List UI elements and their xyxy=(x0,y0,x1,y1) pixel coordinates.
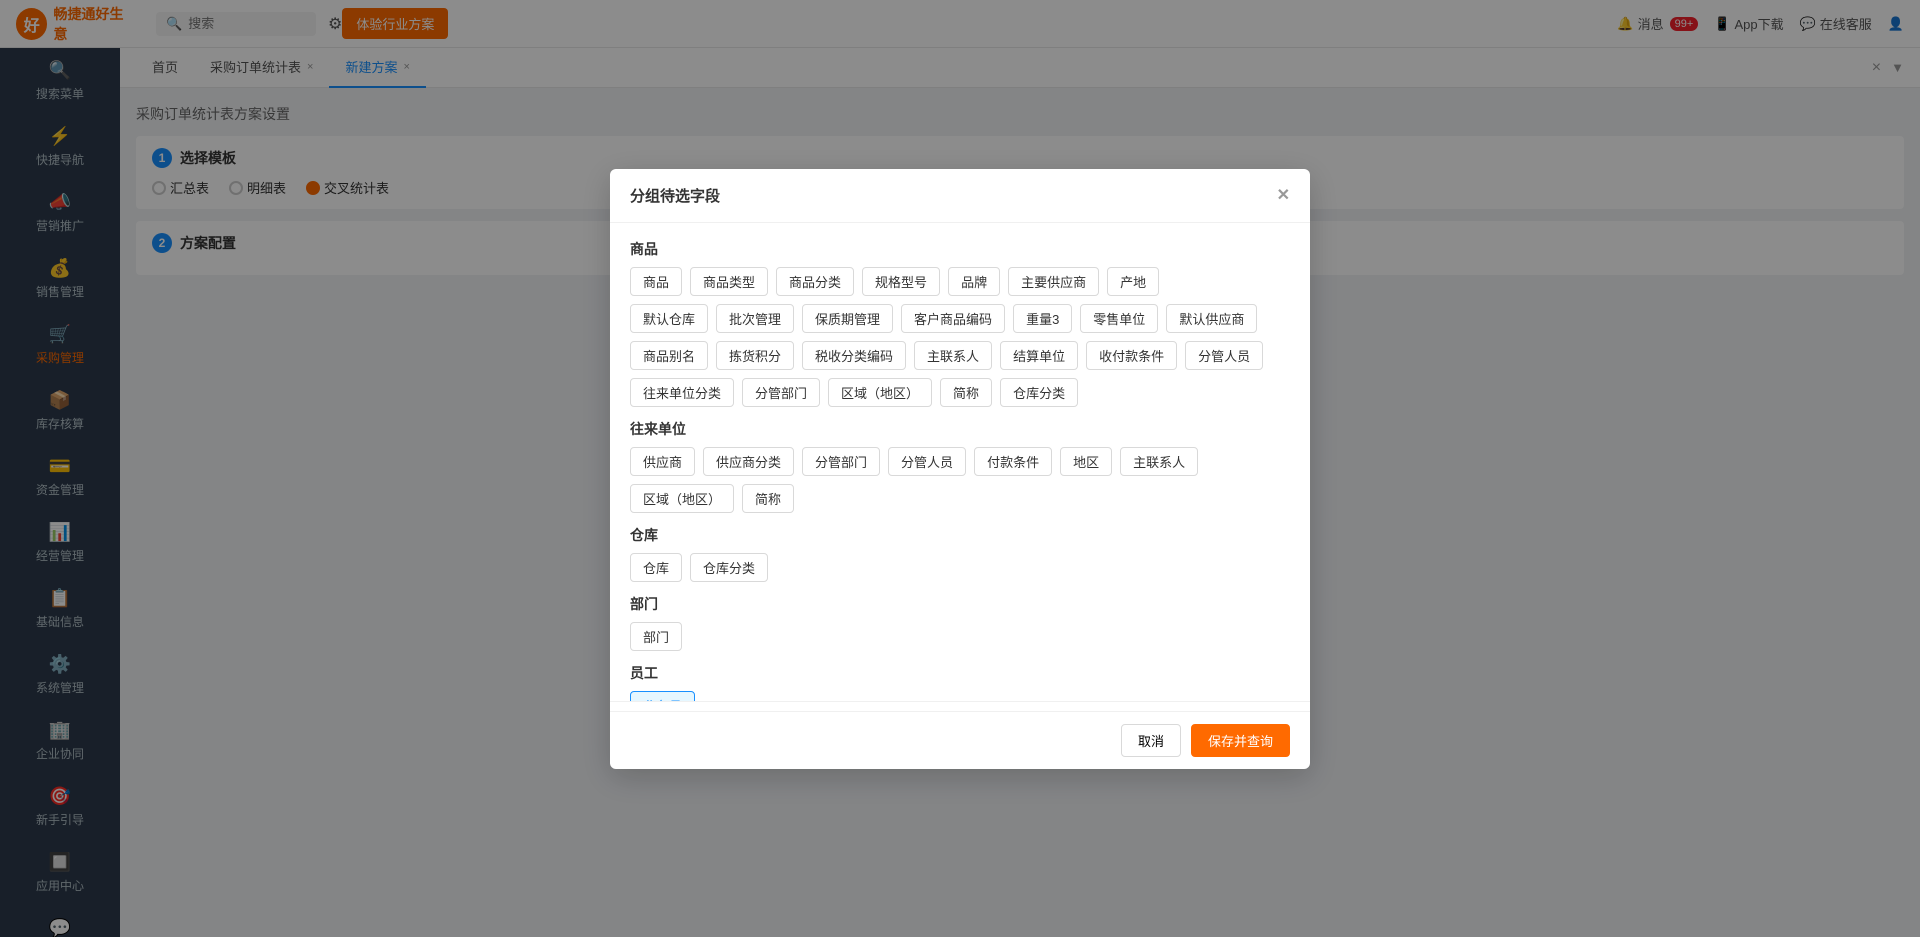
field-default-warehouse[interactable]: 默认仓库 xyxy=(630,304,708,333)
save-query-button[interactable]: 保存并查询 xyxy=(1191,724,1290,757)
field-manage-dept[interactable]: 分管部门 xyxy=(742,378,820,407)
field-warehouse-category[interactable]: 仓库分类 xyxy=(1000,378,1078,407)
field-default-supplier[interactable]: 默认供应商 xyxy=(1166,304,1257,333)
section-goods-fields-row4: 往来单位分类 分管部门 区域（地区） 简称 仓库分类 xyxy=(630,378,1290,407)
field-settle-unit[interactable]: 结算单位 xyxy=(1000,341,1078,370)
field-weight3[interactable]: 重量3 xyxy=(1013,304,1072,333)
field-manager[interactable]: 分管人员 xyxy=(1185,341,1263,370)
section-warehouse-fields: 仓库 仓库分类 xyxy=(630,553,1290,582)
field-retail-unit[interactable]: 零售单位 xyxy=(1080,304,1158,333)
field-payment-terms[interactable]: 收付款条件 xyxy=(1086,341,1177,370)
field-salesperson[interactable]: 业务员 xyxy=(630,691,695,702)
field-tax-code[interactable]: 税收分类编码 xyxy=(802,341,906,370)
field-main-supplier[interactable]: 主要供应商 xyxy=(1008,267,1099,296)
modal: 分组待选字段 ✕ 商品 商品 商品类型 商品分类 规格型号 品牌 主要供应商 产… xyxy=(610,169,1310,769)
section-goods-title: 商品 xyxy=(630,239,1290,259)
field-area[interactable]: 地区 xyxy=(1060,447,1112,476)
cancel-button[interactable]: 取消 xyxy=(1121,724,1181,757)
field-from-unit-category[interactable]: 往来单位分类 xyxy=(630,378,734,407)
field-supplier-category[interactable]: 供应商分类 xyxy=(703,447,794,476)
field-goods-alias[interactable]: 商品别名 xyxy=(630,341,708,370)
section-goods-fields: 商品 商品类型 商品分类 规格型号 品牌 主要供应商 产地 xyxy=(630,267,1290,296)
field-short-name2[interactable]: 简称 xyxy=(742,484,794,513)
section-counterparty-fields: 供应商 供应商分类 分管部门 分管人员 付款条件 地区 主联系人 xyxy=(630,447,1290,476)
field-goods-type[interactable]: 商品类型 xyxy=(690,267,768,296)
field-mgr-staff[interactable]: 分管人员 xyxy=(888,447,966,476)
field-main-contact[interactable]: 主联系人 xyxy=(914,341,992,370)
modal-overlay: 分组待选字段 ✕ 商品 商品 商品类型 商品分类 规格型号 品牌 主要供应商 产… xyxy=(0,0,1920,937)
section-goods-fields-row2: 默认仓库 批次管理 保质期管理 客户商品编码 重量3 零售单位 默认供应商 xyxy=(630,304,1290,333)
section-counterparty-title: 往来单位 xyxy=(630,419,1290,439)
section-warehouse-title: 仓库 xyxy=(630,525,1290,545)
field-wh[interactable]: 仓库 xyxy=(630,553,682,582)
modal-close-btn[interactable]: ✕ xyxy=(1277,185,1290,205)
field-pick-points[interactable]: 拣货积分 xyxy=(716,341,794,370)
section-employee-fields: 业务员 xyxy=(630,691,1290,702)
field-main-contact2[interactable]: 主联系人 xyxy=(1120,447,1198,476)
field-payment-cond[interactable]: 付款条件 xyxy=(974,447,1052,476)
modal-title: 分组待选字段 xyxy=(630,185,720,206)
field-supplier[interactable]: 供应商 xyxy=(630,447,695,476)
modal-horizontal-scrollbar[interactable] xyxy=(610,701,1310,710)
field-region2[interactable]: 区域（地区） xyxy=(630,484,734,513)
field-batch-mgmt[interactable]: 批次管理 xyxy=(716,304,794,333)
field-origin[interactable]: 产地 xyxy=(1107,267,1159,296)
field-goods[interactable]: 商品 xyxy=(630,267,682,296)
field-brand[interactable]: 品牌 xyxy=(948,267,1000,296)
section-dept-fields: 部门 xyxy=(630,622,1290,651)
field-short-name[interactable]: 简称 xyxy=(940,378,992,407)
modal-body: 商品 商品 商品类型 商品分类 规格型号 品牌 主要供应商 产地 默认仓库 批次… xyxy=(610,223,1310,702)
field-goods-category[interactable]: 商品分类 xyxy=(776,267,854,296)
field-dept2[interactable]: 部门 xyxy=(630,622,682,651)
section-dept-title: 部门 xyxy=(630,594,1290,614)
field-region[interactable]: 区域（地区） xyxy=(828,378,932,407)
modal-header: 分组待选字段 ✕ xyxy=(610,169,1310,223)
modal-footer: 取消 保存并查询 xyxy=(610,711,1310,769)
field-customer-code[interactable]: 客户商品编码 xyxy=(901,304,1005,333)
section-goods-fields-row3: 商品别名 拣货积分 税收分类编码 主联系人 结算单位 收付款条件 分管人员 xyxy=(630,341,1290,370)
field-expiry-mgmt[interactable]: 保质期管理 xyxy=(802,304,893,333)
field-wh-category[interactable]: 仓库分类 xyxy=(690,553,768,582)
section-employee-title: 员工 xyxy=(630,663,1290,683)
field-spec-type[interactable]: 规格型号 xyxy=(862,267,940,296)
section-counterparty-fields-row2: 区域（地区） 简称 xyxy=(630,484,1290,513)
field-dept[interactable]: 分管部门 xyxy=(802,447,880,476)
